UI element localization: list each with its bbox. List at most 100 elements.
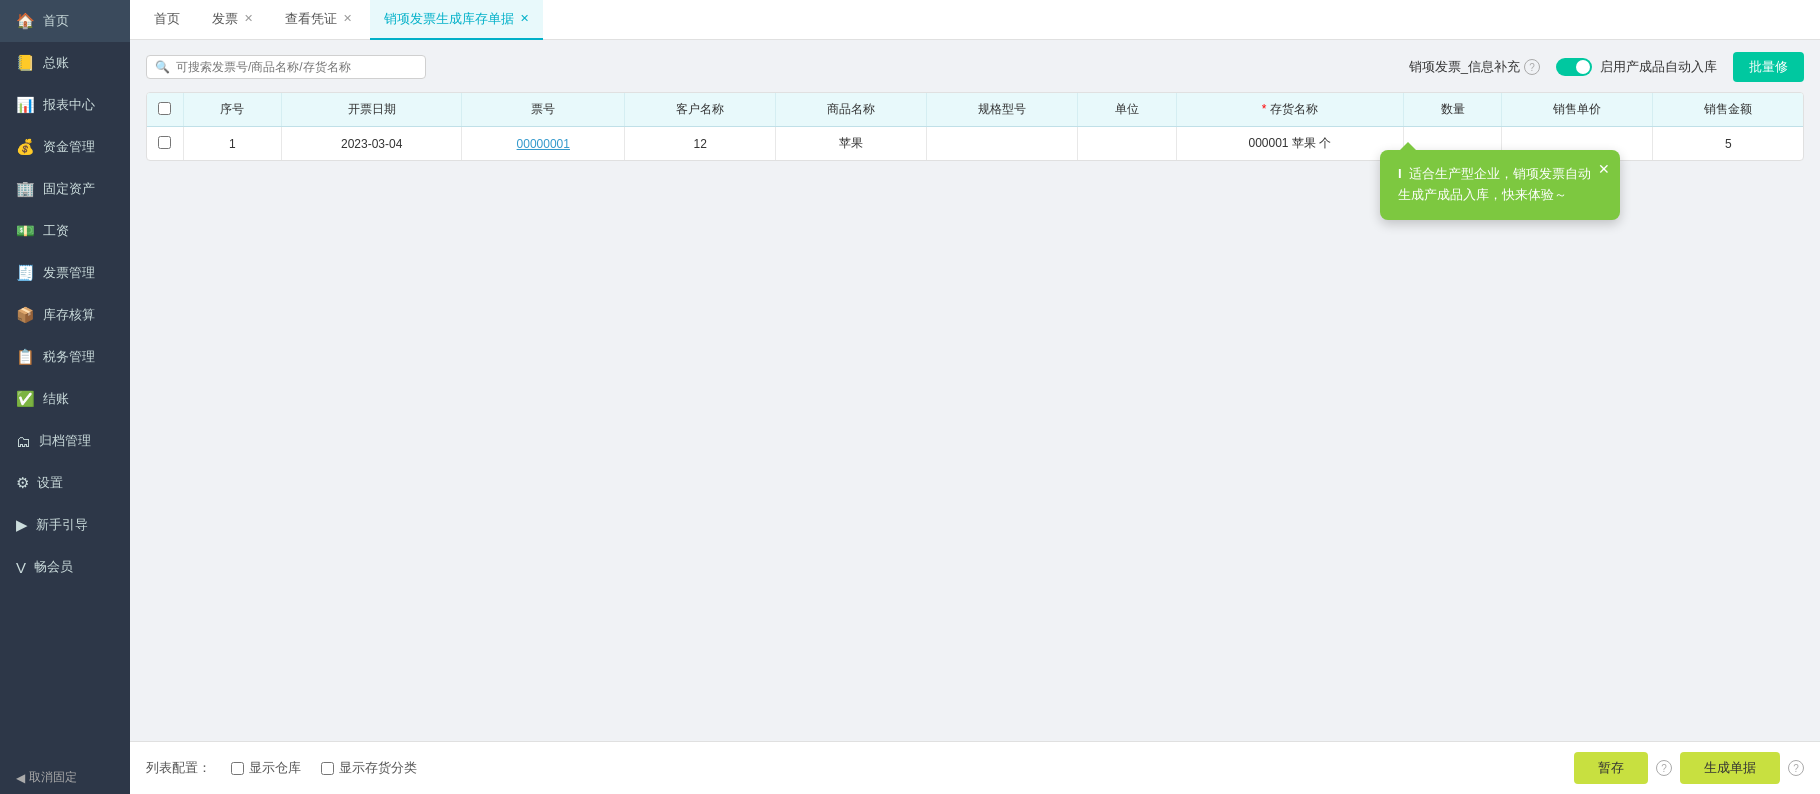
sidebar-label-member: 畅会员 [34, 558, 73, 576]
sidebar-label-home: 首页 [43, 12, 69, 30]
tab-home[interactable]: 首页 [140, 0, 194, 40]
search-box[interactable]: 🔍 [146, 55, 426, 79]
cancel-fixed-label: 取消固定 [29, 769, 77, 786]
sidebar-label-guide: 新手引导 [36, 516, 88, 534]
sidebar-item-guide[interactable]: ▶ 新手引导 [0, 504, 130, 546]
show-category-label: 显示存货分类 [339, 759, 417, 777]
row-amount: 5 [1653, 127, 1803, 161]
row-inventory-name: 000001 苹果 个 [1176, 127, 1403, 161]
sidebar-item-general-ledger[interactable]: 📒 总账 [0, 42, 130, 84]
generate-help-icon[interactable]: ? [1788, 760, 1804, 776]
tab-view-voucher-label: 查看凭证 [285, 10, 337, 28]
info-text: 销项发票_信息补充 [1409, 58, 1520, 76]
sidebar-label-payroll: 工资 [43, 222, 69, 240]
tab-view-voucher[interactable]: 查看凭证 ✕ [271, 0, 366, 40]
sidebar-label-settings: 设置 [37, 474, 63, 492]
sidebar-item-fund-management[interactable]: 💰 资金管理 [0, 126, 130, 168]
sidebar-item-settlement[interactable]: ✅ 结账 [0, 378, 130, 420]
tab-view-voucher-close[interactable]: ✕ [343, 12, 352, 25]
report-icon: 📊 [16, 96, 35, 114]
sidebar-label-invoice-management: 发票管理 [43, 264, 95, 282]
sidebar-item-invoice-management[interactable]: 🧾 发票管理 [0, 252, 130, 294]
select-all-checkbox[interactable] [158, 102, 171, 115]
th-unit-price: 销售单价 [1502, 93, 1653, 127]
member-icon: V [16, 559, 26, 576]
row-seq: 1 [183, 127, 282, 161]
toolbar-right: 销项发票_信息补充 ? 启用产成品自动入库 批量修 [1409, 52, 1804, 82]
row-spec [927, 127, 1078, 161]
sidebar-item-member[interactable]: V 畅会员 [0, 546, 130, 588]
sidebar-item-tax-management[interactable]: 📋 税务管理 [0, 336, 130, 378]
toolbar-row: 🔍 销项发票_信息补充 ? 启用产成品自动入库 批量修 [146, 52, 1804, 82]
info-help-icon[interactable]: ? [1524, 59, 1540, 75]
cancel-fixed-button[interactable]: ◀ 取消固定 [0, 761, 130, 794]
ticket-no-link[interactable]: 00000001 [517, 137, 570, 151]
th-seq: 序号 [183, 93, 282, 127]
sidebar-label-fixed-assets: 固定资产 [43, 180, 95, 198]
th-inventory-name: * 存货名称 [1176, 93, 1403, 127]
th-unit: 单位 [1078, 93, 1177, 127]
sidebar-label-inventory: 库存核算 [43, 306, 95, 324]
show-warehouse-label: 显示仓库 [249, 759, 301, 777]
search-input[interactable] [176, 60, 417, 74]
sidebar: 🏠 首页 📒 总账 📊 报表中心 💰 资金管理 🏢 固定资产 💵 工资 🧾 发票… [0, 0, 130, 794]
show-category-checkbox[interactable] [321, 762, 334, 775]
save-button[interactable]: 暂存 [1574, 752, 1648, 784]
sidebar-item-fixed-assets[interactable]: 🏢 固定资产 [0, 168, 130, 210]
th-checkbox [147, 93, 183, 127]
row-open-date: 2023-03-04 [282, 127, 462, 161]
tooltip-box: ✕ I 适合生产型企业，销项发票自动生成产成品入库，快来体验～ [1380, 150, 1620, 220]
tab-invoice-close[interactable]: ✕ [244, 12, 253, 25]
home-icon: 🏠 [16, 12, 35, 30]
payroll-icon: 💵 [16, 222, 35, 240]
th-open-date: 开票日期 [282, 93, 462, 127]
tooltip-text: 适合生产型企业，销项发票自动生成产成品入库，快来体验～ [1398, 166, 1591, 202]
sidebar-label-settlement: 结账 [43, 390, 69, 408]
toggle-label: 启用产成品自动入库 [1600, 58, 1717, 76]
sidebar-item-report-center[interactable]: 📊 报表中心 [0, 84, 130, 126]
tab-cancel-invoice-label: 销项发票生成库存单据 [384, 10, 514, 28]
cancel-fixed-icon: ◀ [16, 771, 25, 785]
generate-button[interactable]: 生成单据 [1680, 752, 1780, 784]
row-ticket-no: 00000001 [462, 127, 625, 161]
save-help-icon[interactable]: ? [1656, 760, 1672, 776]
invoice-icon: 🧾 [16, 264, 35, 282]
sidebar-item-payroll[interactable]: 💵 工资 [0, 210, 130, 252]
ledger-icon: 📒 [16, 54, 35, 72]
th-spec: 规格型号 [927, 93, 1078, 127]
row-checkbox[interactable] [158, 136, 171, 149]
list-config-label: 列表配置： [146, 759, 211, 777]
assets-icon: 🏢 [16, 180, 35, 198]
table-header-row: 序号 开票日期 票号 客户名称 商品名称 规格型号 单位 * 存货名称 数量 销… [147, 93, 1803, 127]
sidebar-item-home[interactable]: 🏠 首页 [0, 0, 130, 42]
tab-cancel-invoice[interactable]: 销项发票生成库存单据 ✕ [370, 0, 543, 40]
row-checkbox-cell[interactable] [147, 127, 183, 161]
page-content: 🔍 销项发票_信息补充 ? 启用产成品自动入库 批量修 [130, 40, 1820, 741]
sidebar-label-fund-management: 资金管理 [43, 138, 95, 156]
info-label: 销项发票_信息补充 ? [1409, 58, 1540, 76]
show-category-option[interactable]: 显示存货分类 [321, 759, 417, 777]
main-area: 首页 发票 ✕ 查看凭证 ✕ 销项发票生成库存单据 ✕ 🔍 销项发票_信息补充 [130, 0, 1820, 794]
tooltip-highlight: I [1398, 166, 1402, 181]
show-warehouse-option[interactable]: 显示仓库 [231, 759, 301, 777]
sidebar-label-archive: 归档管理 [39, 432, 91, 450]
auto-inbound-toggle[interactable] [1556, 58, 1592, 76]
row-unit [1078, 127, 1177, 161]
toggle-group: 启用产成品自动入库 [1556, 58, 1717, 76]
archive-icon: 🗂 [16, 433, 31, 450]
tab-invoice[interactable]: 发票 ✕ [198, 0, 267, 40]
sidebar-item-settings[interactable]: ⚙ 设置 [0, 462, 130, 504]
batch-edit-button[interactable]: 批量修 [1733, 52, 1804, 82]
fund-icon: 💰 [16, 138, 35, 156]
search-icon: 🔍 [155, 60, 170, 74]
sidebar-item-inventory[interactable]: 📦 库存核算 [0, 294, 130, 336]
tab-cancel-invoice-close[interactable]: ✕ [520, 12, 529, 25]
show-warehouse-checkbox[interactable] [231, 762, 244, 775]
th-customer: 客户名称 [625, 93, 776, 127]
sidebar-item-archive[interactable]: 🗂 归档管理 [0, 420, 130, 462]
tooltip-close-button[interactable]: ✕ [1598, 158, 1610, 180]
tax-icon: 📋 [16, 348, 35, 366]
guide-icon: ▶ [16, 516, 28, 534]
th-product-name: 商品名称 [776, 93, 927, 127]
sidebar-label-general-ledger: 总账 [43, 54, 69, 72]
